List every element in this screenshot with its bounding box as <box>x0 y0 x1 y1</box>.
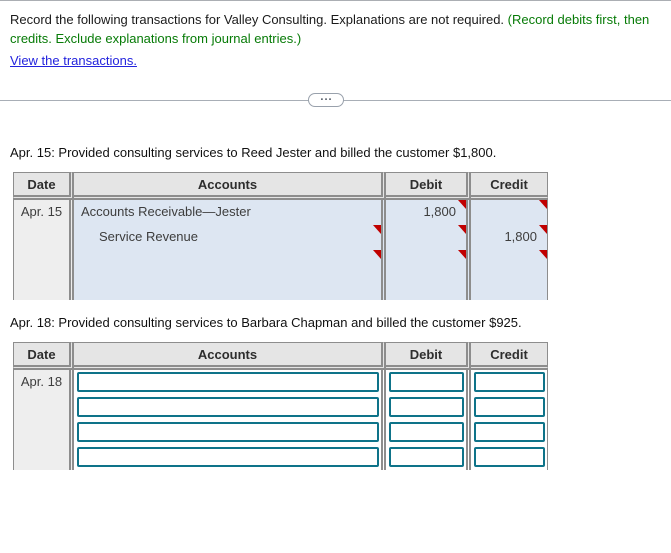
account-input[interactable] <box>77 422 379 442</box>
debit-input[interactable] <box>389 397 464 417</box>
credit-cell <box>471 200 548 225</box>
account-value: Service Revenue <box>99 229 198 244</box>
credit-input[interactable] <box>474 397 545 417</box>
answer-marker-icon <box>373 250 381 259</box>
column-header-credit: Credit <box>471 172 548 200</box>
journal-table-apr15: Date Accounts Debit Credit Apr. 15 Accou… <box>13 172 548 300</box>
account-cell: Service Revenue <box>74 225 386 250</box>
journal-entry-row <box>13 445 548 470</box>
view-transactions-link[interactable]: View the transactions. <box>10 53 137 68</box>
journal-row: Service Revenue 1,800 <box>13 225 548 250</box>
section-divider: ... <box>0 91 671 107</box>
credit-cell <box>471 420 548 445</box>
credit-cell <box>471 370 548 395</box>
account-input[interactable] <box>77 397 379 417</box>
debit-cell <box>386 370 471 395</box>
credit-cell <box>471 445 548 470</box>
debit-cell <box>386 225 471 250</box>
instructions-text: Record the following transactions for Va… <box>10 10 665 48</box>
transaction-apr15-caption: Apr. 15: Provided consulting services to… <box>10 145 497 160</box>
debit-cell: 1,800 <box>386 200 471 225</box>
journal-entry-row <box>13 420 548 445</box>
date-cell <box>13 225 74 250</box>
answer-marker-icon <box>539 200 547 209</box>
date-cell <box>13 250 74 275</box>
debit-input[interactable] <box>389 447 464 467</box>
date-cell <box>13 420 74 445</box>
exercise-panel: Record the following transactions for Va… <box>0 10 671 470</box>
debit-input[interactable] <box>389 372 464 392</box>
column-header-date: Date <box>13 342 74 370</box>
date-cell: Apr. 18 <box>13 370 74 395</box>
column-header-debit: Debit <box>386 172 471 200</box>
column-header-debit: Debit <box>386 342 471 370</box>
date-cell <box>13 445 74 470</box>
divider-toggle-button[interactable]: ... <box>308 91 344 107</box>
credit-cell: 1,800 <box>471 225 548 250</box>
column-header-accounts: Accounts <box>74 342 386 370</box>
account-cell: Accounts Receivable—Jester <box>74 200 386 225</box>
debit-input[interactable] <box>389 422 464 442</box>
date-cell <box>13 275 74 300</box>
journal-row: Apr. 15 Accounts Receivable—Jester 1,800 <box>13 200 548 225</box>
account-input[interactable] <box>77 372 379 392</box>
answer-marker-icon <box>458 200 466 209</box>
account-cell <box>74 370 386 395</box>
answer-marker-icon <box>539 250 547 259</box>
debit-cell <box>386 275 471 300</box>
credit-value: 1,800 <box>504 229 537 244</box>
account-cell <box>74 445 386 470</box>
account-cell <box>74 250 386 275</box>
debit-cell <box>386 395 471 420</box>
account-cell <box>74 420 386 445</box>
debit-cell <box>386 250 471 275</box>
journal-row <box>13 250 548 275</box>
account-cell <box>74 275 386 300</box>
account-cell <box>74 395 386 420</box>
transaction-apr18-caption: Apr. 18: Provided consulting services to… <box>10 315 522 330</box>
instructions-main: Record the following transactions for Va… <box>10 12 508 27</box>
answer-marker-icon <box>373 225 381 234</box>
column-header-date: Date <box>13 172 74 200</box>
journal-table-apr18: Date Accounts Debit Credit Apr. 18 <box>13 342 548 470</box>
column-header-credit: Credit <box>471 342 548 370</box>
date-cell <box>13 395 74 420</box>
journal-header-row: Date Accounts Debit Credit <box>13 172 548 200</box>
answer-marker-icon <box>458 225 466 234</box>
debit-value: 1,800 <box>423 204 456 219</box>
answer-marker-icon <box>539 225 547 234</box>
journal-header-row: Date Accounts Debit Credit <box>13 342 548 370</box>
journal-entry-row: Apr. 18 <box>13 370 548 395</box>
debit-cell <box>386 420 471 445</box>
account-value: Accounts Receivable—Jester <box>81 204 251 219</box>
debit-cell <box>386 445 471 470</box>
date-cell: Apr. 15 <box>13 200 74 225</box>
journal-entry-row <box>13 395 548 420</box>
credit-cell <box>471 250 548 275</box>
credit-input[interactable] <box>474 372 545 392</box>
credit-input[interactable] <box>474 447 545 467</box>
account-input[interactable] <box>77 447 379 467</box>
credit-input[interactable] <box>474 422 545 442</box>
column-header-accounts: Accounts <box>74 172 386 200</box>
credit-cell <box>471 395 548 420</box>
answer-marker-icon <box>458 250 466 259</box>
credit-cell <box>471 275 548 300</box>
journal-row <box>13 275 548 300</box>
